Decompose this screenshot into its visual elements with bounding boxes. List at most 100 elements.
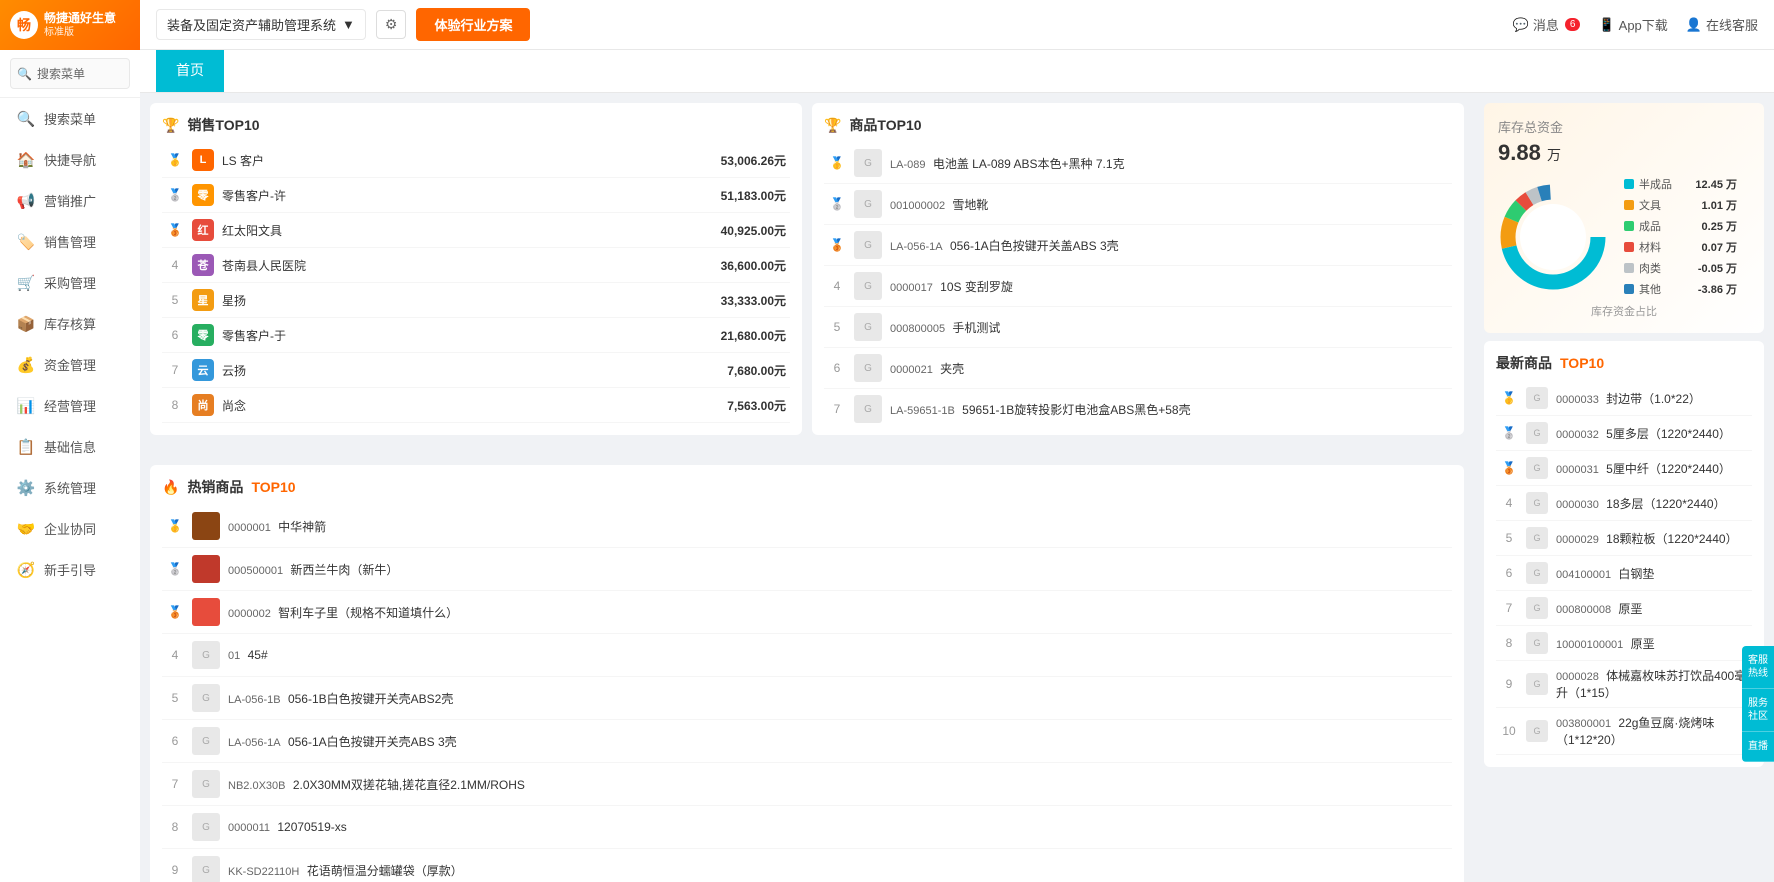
hot-product-row: 🥇 0000001 中华神箭 (162, 505, 1452, 548)
nav-label-finance: 资金管理 (44, 355, 96, 374)
nav-label-company: 企业协同 (44, 519, 96, 538)
hot-product-img: G (192, 684, 220, 712)
sidebar-item-quicknav[interactable]: 🏠 快捷导航 (0, 139, 140, 180)
rank-num: 4 (166, 258, 184, 272)
legend-item: 半成品 12.45 万 (1624, 176, 1737, 192)
guide-icon: 🧭 (16, 561, 36, 579)
sidebar-item-system[interactable]: ⚙️ 系统管理 (0, 467, 140, 508)
message-icon: 💬 (1513, 17, 1529, 33)
message-button[interactable]: 💬 消息 6 (1513, 15, 1581, 34)
hot-product-name: LA-056-1B 056-1B白色按键开关壳ABS2壳 (228, 690, 1448, 707)
sidebar: 畅 畅捷通好生意 标准版 🔍 搜索菜单 🔍 搜索菜单🏠 快捷导航📢 营销推广🏷️… (0, 0, 140, 882)
content: 🏆 销售TOP10 🥇 L LS 客户 53,006.26元 🥈 零 零售客户-… (140, 93, 1774, 882)
newest-product-info: 0000031 5厘中纤（1220*2440） (1556, 460, 1748, 477)
product-info: 0000017 10S 变刮罗旋 (890, 278, 1448, 295)
customer-name: 云扬 (222, 362, 719, 379)
hot-rank-num: 🥇 (166, 519, 184, 533)
marketing-icon: 📢 (16, 192, 36, 210)
legend-label: 其他 (1639, 281, 1672, 297)
cs-broadcast-button[interactable]: 直播 (1742, 732, 1774, 762)
sidebar-item-marketing[interactable]: 📢 营销推广 (0, 180, 140, 221)
top-sales-list: 🥇 L LS 客户 53,006.26元 🥈 零 零售客户-许 51,183.0… (162, 143, 790, 423)
sidebar-item-operation[interactable]: 📊 经营管理 (0, 385, 140, 426)
product-rank-row: 4 G 0000017 10S 变刮罗旋 (824, 266, 1452, 307)
newest-product-row: 10 G 003800001 22g鱼豆腐·烧烤味（1*12*20） (1496, 708, 1752, 755)
rank-num: 5 (166, 293, 184, 307)
nav-label-guide: 新手引导 (44, 560, 96, 579)
rank-num: 8 (166, 398, 184, 412)
cs-hotline-button[interactable]: 客服热线 (1742, 646, 1774, 689)
customer-name: 星扬 (222, 292, 713, 309)
legend-value: -3.86 万 (1677, 281, 1737, 297)
newest-rank-num: 🥇 (1500, 391, 1518, 405)
nav-label-basic: 基础信息 (44, 437, 96, 456)
sales-value: 53,006.26元 (721, 152, 786, 169)
hot-product-img (192, 598, 220, 626)
product-info: LA-056-1A 056-1A白色按键开关盖ABS 3壳 (890, 237, 1448, 254)
trophy2-icon: 🏆 (824, 117, 841, 134)
sidebar-item-sales[interactable]: 🏷️ 销售管理 (0, 221, 140, 262)
legend-color (1624, 200, 1634, 210)
customer-name: 尚念 (222, 397, 719, 414)
customer-badge: 红 (192, 219, 214, 241)
sidebar-item-inventory[interactable]: 📦 库存核算 (0, 303, 140, 344)
sidebar-item-purchase[interactable]: 🛒 采购管理 (0, 262, 140, 303)
sidebar-item-guide[interactable]: 🧭 新手引导 (0, 549, 140, 590)
system-selector[interactable]: 装备及固定资产辅助管理系统 ▼ (156, 9, 366, 40)
hot-product-img (192, 555, 220, 583)
newest-product-row: 9 G 0000028 体械嘉枚味苏打饮品400毫升（1*15） (1496, 661, 1752, 708)
settings-button[interactable]: ⚙ (376, 10, 407, 39)
sidebar-item-search[interactable]: 🔍 搜索菜单 (0, 98, 140, 139)
sales-rank-row: 🥇 L LS 客户 53,006.26元 (162, 143, 790, 178)
newest-product-info: 000800008 原垩 (1556, 600, 1748, 617)
rank-num: 🥉 (166, 223, 184, 237)
hot-products-card: 🔥 热销商品 TOP10 🥇 0000001 中华神箭 🥈 000500001 … (150, 465, 1464, 882)
top-sales-title: 销售TOP10 (187, 115, 259, 135)
sidebar-item-company[interactable]: 🤝 企业协同 (0, 508, 140, 549)
newest-product-info: 0000028 体械嘉枚味苏打饮品400毫升（1*15） (1556, 667, 1748, 701)
hot-product-row: 🥉 0000002 智利车子里（规格不知道填什么） (162, 591, 1452, 634)
hot-product-img: G (192, 641, 220, 669)
online-service-button[interactable]: 👤 在线客服 (1686, 15, 1758, 34)
customer-name: 苍南县人民医院 (222, 257, 713, 274)
newest-rank-num: 5 (1500, 531, 1518, 545)
app-download-button[interactable]: 📱 App下载 (1598, 15, 1667, 34)
tab-home[interactable]: 首页 (156, 50, 224, 92)
hot-product-name: LA-056-1A 056-1A白色按键开关壳ABS 3壳 (228, 733, 1448, 750)
sidebar-item-finance[interactable]: 💰 资金管理 (0, 344, 140, 385)
service-icon: 👤 (1686, 17, 1702, 33)
product-info: LA-089 电池盖 LA-089 ABS本色+黑种 7.1克 (890, 155, 1448, 172)
right-panel: 库存总资金 9.88 万 半成品 (1474, 93, 1774, 882)
newest-rank-num: 9 (1500, 677, 1518, 691)
fire-icon: 🔥 (162, 479, 179, 496)
sales-rank-row: 7 云 云扬 7,680.00元 (162, 353, 790, 388)
product-rank-row: 7 G LA-59651-1B 59651-1B旋转投影灯电池盒ABS黑色+58… (824, 389, 1452, 423)
product-rank-row: 🥉 G LA-056-1A 056-1A白色按键开关盖ABS 3壳 (824, 225, 1452, 266)
customer-badge: 零 (192, 324, 214, 346)
nav-label-quicknav: 快捷导航 (44, 150, 96, 169)
legend-item: 肉类 -0.05 万 (1624, 260, 1737, 276)
product-thumbnail: G (854, 354, 882, 382)
trial-button[interactable]: 体验行业方案 (416, 8, 530, 41)
top-products-title: 商品TOP10 (849, 115, 921, 135)
customer-name: 红太阳文具 (222, 222, 713, 239)
rank-num: 🥉 (828, 238, 846, 252)
sidebar-item-basic[interactable]: 📋 基础信息 (0, 426, 140, 467)
main-area: 装备及固定资产辅助管理系统 ▼ ⚙ 体验行业方案 💬 消息 6 📱 App下载 … (140, 0, 1774, 882)
newest-product-row: 4 G 0000030 18多层（1220*2440） (1496, 486, 1752, 521)
hot-product-name: NB2.0X30B 2.0X30MM双搓花轴,搓花直径2.1MM/ROHS (228, 776, 1448, 793)
cs-community-button[interactable]: 服务社区 (1742, 689, 1774, 732)
newest-product-img: G (1526, 720, 1548, 742)
product-rank-row: 🥈 G 001000002 雪地靴 (824, 184, 1452, 225)
legend-color (1624, 284, 1634, 294)
rank-num: 🥇 (828, 156, 846, 170)
main-panels: 🏆 销售TOP10 🥇 L LS 客户 53,006.26元 🥈 零 零售客户-… (140, 93, 1474, 882)
sales-icon: 🏷️ (16, 233, 36, 251)
hot-product-img: G (192, 813, 220, 841)
product-thumbnail: G (854, 395, 882, 423)
hot-rank-num: 7 (166, 777, 184, 791)
inventory-subtitle: 库存资金占比 (1498, 303, 1750, 319)
newest-product-row: 🥇 G 0000033 封边带（1.0*22） (1496, 381, 1752, 416)
sales-rank-row: 🥈 零 零售客户-许 51,183.00元 (162, 178, 790, 213)
search-menu-button[interactable]: 🔍 搜索菜单 (10, 58, 130, 89)
